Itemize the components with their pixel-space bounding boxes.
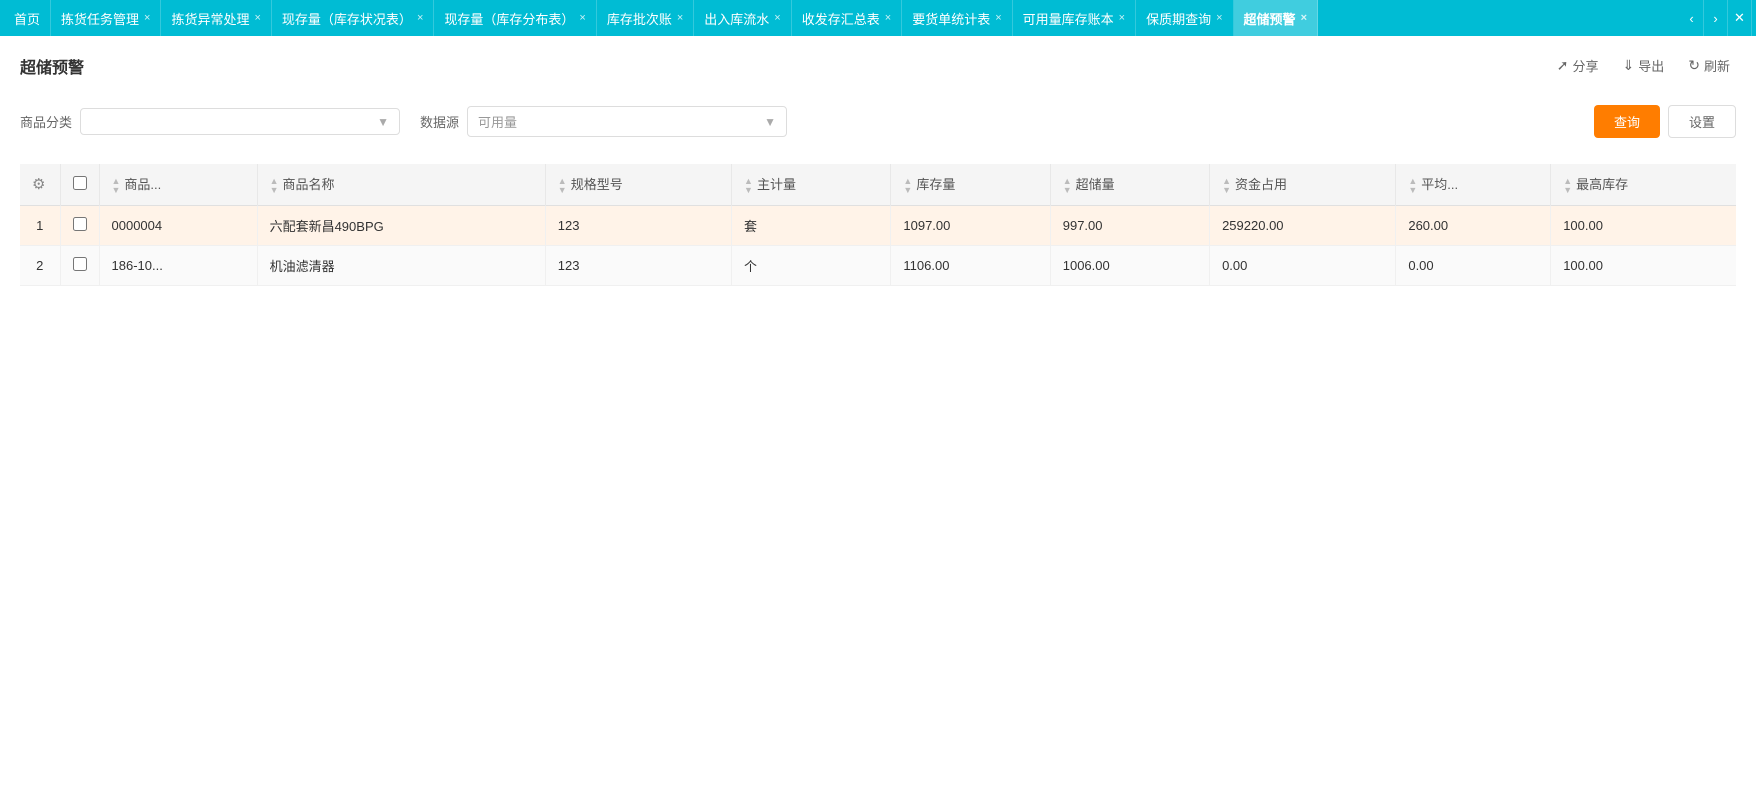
datasource-filter: 数据源 可用量 ▼ (420, 106, 787, 137)
top-navigation: 首页拣货任务管理×拣货异常处理×现存量（库存状况表）×现存量（库存分布表）×库存… (0, 0, 1756, 36)
row-capital-0: 259220.00 (1210, 205, 1396, 245)
sort-arrows-spec: ▲▼ (558, 177, 567, 195)
filter-actions: 查询 设置 (1594, 105, 1736, 138)
nav-item-5[interactable]: 库存批次账× (597, 0, 694, 36)
table-header-row: ⚙ ▲▼商品... ▲▼商品名称 ▲▼规格型号 ▲▼主计量 ▲ (20, 164, 1736, 205)
nav-close-btn-11[interactable]: × (1301, 12, 1307, 24)
nav-close-btn-7[interactable]: × (885, 12, 891, 24)
nav-item-9[interactable]: 可用量库存账本× (1013, 0, 1136, 36)
th-product-code[interactable]: ▲▼商品... (99, 164, 257, 205)
nav-item-1[interactable]: 拣货任务管理× (51, 0, 161, 36)
sort-arrows-unit: ▲▼ (744, 177, 753, 195)
row-capital-1: 0.00 (1210, 245, 1396, 285)
nav-item-2[interactable]: 拣货异常处理× (161, 0, 271, 36)
nav-item-3[interactable]: 现存量（库存状况表）× (272, 0, 434, 36)
nav-close-btn-4[interactable]: × (579, 12, 585, 24)
category-filter: 商品分类 ▼ (20, 108, 400, 135)
nav-close-btn-3[interactable]: × (417, 12, 423, 24)
page-title: 超储预警 (20, 54, 84, 78)
sort-arrows-name: ▲▼ (270, 177, 279, 195)
row-product-name-0: 六配套新昌490BPG (257, 205, 545, 245)
nav-close-btn-1[interactable]: × (144, 12, 150, 24)
datasource-chevron-icon: ▼ (764, 115, 776, 129)
row-product-code-1: 186-10... (99, 245, 257, 285)
nav-item-6[interactable]: 出入库流水× (694, 0, 791, 36)
query-button[interactable]: 查询 (1594, 105, 1660, 138)
table-gear-icon[interactable]: ⚙ (32, 176, 45, 193)
category-chevron-icon: ▼ (377, 115, 389, 129)
category-select[interactable]: ▼ (80, 108, 400, 135)
row-stock-1: 1106.00 (891, 245, 1050, 285)
row-max-stock-1: 100.00 (1551, 245, 1736, 285)
filter-bar: 商品分类 ▼ 数据源 可用量 ▼ 查询 设置 (20, 95, 1736, 148)
nav-close-btn-2[interactable]: × (254, 12, 260, 24)
table-row: 1 0000004 六配套新昌490BPG 123 套 1097.00 997.… (20, 205, 1736, 245)
row-select-1[interactable] (73, 257, 87, 271)
row-over-stock-0: 997.00 (1050, 205, 1209, 245)
sort-arrows-code: ▲▼ (112, 177, 121, 195)
row-select-0[interactable] (73, 217, 87, 231)
nav-close-btn-5[interactable]: × (677, 12, 683, 24)
th-over-stock[interactable]: ▲▼超储量 (1050, 164, 1209, 205)
select-all-checkbox[interactable] (73, 176, 87, 190)
nav-item-7[interactable]: 收发存汇总表× (792, 0, 902, 36)
share-icon: ➚ (1557, 57, 1569, 74)
sort-arrows-over-stock: ▲▼ (1063, 177, 1072, 195)
row-over-stock-1: 1006.00 (1050, 245, 1209, 285)
row-product-name-1: 机油滤清器 (257, 245, 545, 285)
th-settings: ⚙ (20, 164, 60, 205)
sort-arrows-stock: ▲▼ (903, 177, 912, 195)
nav-next-arrow[interactable]: › (1704, 0, 1728, 36)
row-checkbox-1[interactable] (60, 245, 99, 285)
sort-arrows-max: ▲▼ (1563, 177, 1572, 195)
nav-close-btn-8[interactable]: × (995, 12, 1001, 24)
row-checkbox-0[interactable] (60, 205, 99, 245)
table-row: 2 186-10... 机油滤清器 123 个 1106.00 1006.00 … (20, 245, 1736, 285)
datasource-label: 数据源 (420, 112, 459, 131)
nav-prev-arrow[interactable]: ‹ (1680, 0, 1704, 36)
th-avg[interactable]: ▲▼平均... (1396, 164, 1551, 205)
nav-close-arrow[interactable]: ✕ (1728, 0, 1752, 36)
refresh-icon: ↻ (1688, 57, 1700, 74)
row-unit-1: 个 (732, 245, 891, 285)
category-label: 商品分类 (20, 112, 72, 131)
refresh-button[interactable]: ↻ 刷新 (1682, 52, 1736, 79)
nav-item-4[interactable]: 现存量（库存分布表）× (434, 0, 596, 36)
row-index-0: 1 (20, 205, 60, 245)
nav-close-btn-9[interactable]: × (1119, 12, 1125, 24)
nav-item-10[interactable]: 保质期查询× (1136, 0, 1233, 36)
export-button[interactable]: ⇓ 导出 (1617, 52, 1671, 79)
nav-item-8[interactable]: 要货单统计表× (902, 0, 1012, 36)
th-stock[interactable]: ▲▼库存量 (891, 164, 1050, 205)
settings-button[interactable]: 设置 (1668, 105, 1736, 138)
row-product-code-0: 0000004 (99, 205, 257, 245)
row-spec-0: 123 (545, 205, 731, 245)
nav-close-btn-10[interactable]: × (1216, 12, 1222, 24)
data-table: ⚙ ▲▼商品... ▲▼商品名称 ▲▼规格型号 ▲▼主计量 ▲ (20, 164, 1736, 286)
sort-arrows-capital: ▲▼ (1222, 177, 1231, 195)
page-header: 超储预警 ➚ 分享 ⇓ 导出 ↻ 刷新 (20, 52, 1736, 79)
th-capital[interactable]: ▲▼资金占用 (1210, 164, 1396, 205)
th-unit[interactable]: ▲▼主计量 (732, 164, 891, 205)
datasource-select[interactable]: 可用量 ▼ (467, 106, 787, 137)
row-max-stock-0: 100.00 (1551, 205, 1736, 245)
th-product-name[interactable]: ▲▼商品名称 (257, 164, 545, 205)
row-unit-0: 套 (732, 205, 891, 245)
export-icon: ⇓ (1623, 57, 1635, 74)
row-avg-0: 260.00 (1396, 205, 1551, 245)
sort-arrows-avg: ▲▼ (1408, 177, 1417, 195)
nav-item-11[interactable]: 超储预警× (1234, 0, 1318, 36)
row-spec-1: 123 (545, 245, 731, 285)
share-button[interactable]: ➚ 分享 (1551, 52, 1605, 79)
th-checkbox (60, 164, 99, 205)
row-avg-1: 0.00 (1396, 245, 1551, 285)
nav-close-btn-6[interactable]: × (774, 12, 780, 24)
row-stock-0: 1097.00 (891, 205, 1050, 245)
th-spec[interactable]: ▲▼规格型号 (545, 164, 731, 205)
row-index-1: 2 (20, 245, 60, 285)
page-container: 超储预警 ➚ 分享 ⇓ 导出 ↻ 刷新 商品分类 ▼ 数据源 (0, 36, 1756, 800)
header-actions: ➚ 分享 ⇓ 导出 ↻ 刷新 (1551, 52, 1736, 79)
nav-item-0[interactable]: 首页 (4, 0, 51, 36)
th-max-stock[interactable]: ▲▼最高库存 (1551, 164, 1736, 205)
